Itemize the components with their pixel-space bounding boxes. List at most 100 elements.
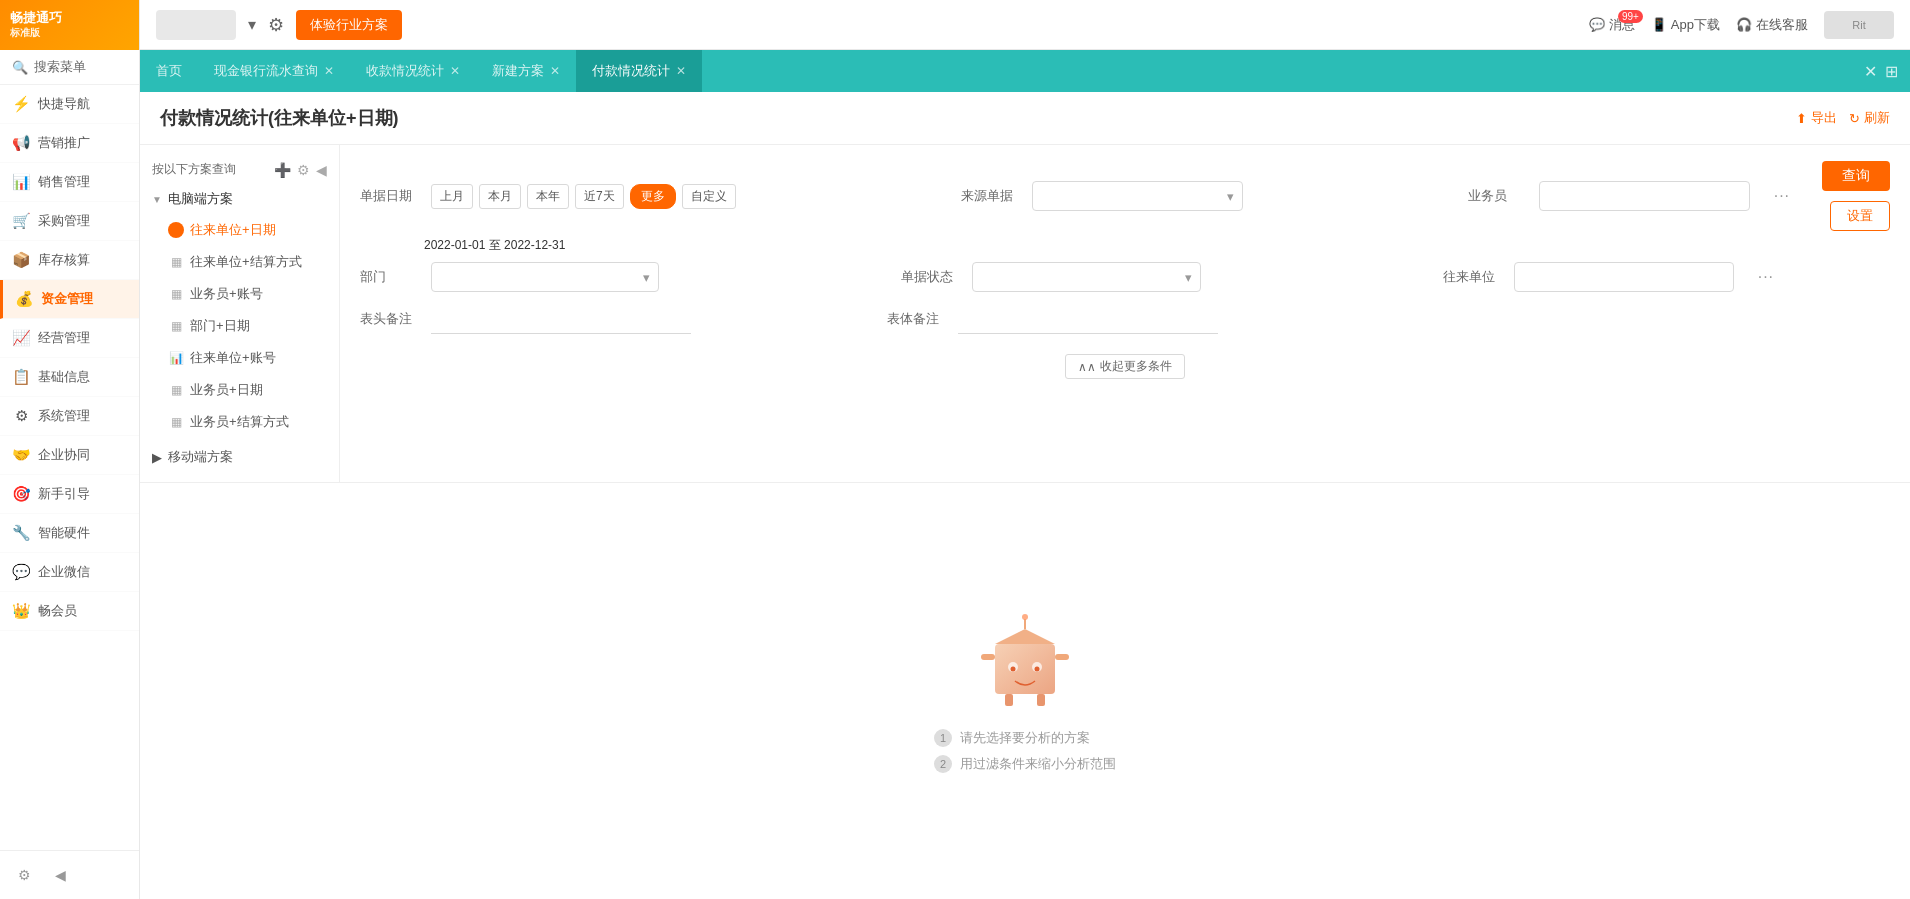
- sidebar-item-purchase[interactable]: 🛒 采购管理: [0, 202, 139, 241]
- sidebar-item-member[interactable]: 👑 畅会员: [0, 592, 139, 631]
- online-service-btn[interactable]: 🎧 在线客服: [1736, 16, 1808, 34]
- collapse-sidebar-icon[interactable]: ◀: [46, 861, 74, 889]
- tab-bank-flow[interactable]: 现金银行流水查询✕: [198, 50, 350, 92]
- sidebar-item-sales[interactable]: 📊 销售管理: [0, 163, 139, 202]
- scheme-header-title: 按以下方案查询: [152, 161, 236, 178]
- mobile-group-label: 移动端方案: [168, 448, 233, 466]
- tabbar-spacer: [702, 50, 1852, 92]
- partner-dots[interactable]: ···: [1758, 268, 1774, 286]
- date-btn-last-month[interactable]: 上月: [431, 184, 473, 209]
- sidebar-item-marketing[interactable]: 📢 营销推广: [0, 124, 139, 163]
- tab-receipt-stat[interactable]: 收款情况统计✕: [350, 50, 476, 92]
- partner-account-label: 往来单位+账号: [190, 349, 276, 367]
- sidebar-item-enterprise[interactable]: 🤝 企业协同: [0, 436, 139, 475]
- topbar-settings-icon[interactable]: ⚙: [268, 14, 284, 36]
- sidebar-item-basic-info[interactable]: 📋 基础信息: [0, 358, 139, 397]
- sidebar-item-quick-nav[interactable]: ⚡ 快捷导航: [0, 85, 139, 124]
- empty-illustration: [965, 609, 1085, 709]
- query-col: 查询 设置: [1806, 161, 1890, 231]
- salesperson-dots[interactable]: ···: [1774, 187, 1790, 205]
- export-label: 导出: [1811, 109, 1837, 127]
- export-icon: ⬆: [1796, 111, 1807, 126]
- phone-icon: 📱: [1651, 17, 1667, 32]
- scheme-item-salesman-account[interactable]: ▦ 业务员+账号: [140, 278, 339, 310]
- salesman-account-label: 业务员+账号: [190, 285, 263, 303]
- status-select[interactable]: ▾: [972, 262, 1200, 292]
- partner-select[interactable]: [1514, 262, 1734, 292]
- empty-svg: [965, 609, 1085, 709]
- scheme-item-salesman-date[interactable]: ▦ 业务员+日期: [140, 374, 339, 406]
- inventory-icon: 📦: [12, 251, 30, 269]
- tab-expand-btn[interactable]: ⊞: [1885, 62, 1898, 81]
- sidebar-item-wechat[interactable]: 💬 企业微信: [0, 553, 139, 592]
- filter-row-1: 单据日期 上月 本月 本年 近7天 更多 自定义 来源单据 ▾: [360, 161, 1890, 231]
- tab-home[interactable]: 首页: [140, 50, 198, 92]
- message-btn[interactable]: 💬 消息 99+: [1589, 16, 1635, 34]
- tab-payment-stat[interactable]: 付款情况统计✕: [576, 50, 702, 92]
- scheme-header: 按以下方案查询 ➕ ⚙ ◀: [140, 155, 339, 184]
- tab-new-scheme[interactable]: 新建方案✕: [476, 50, 576, 92]
- tab-close-all-btn[interactable]: ✕: [1864, 62, 1877, 81]
- filter-settings-btn[interactable]: 设置: [1830, 201, 1890, 231]
- tab-close-payment-stat[interactable]: ✕: [676, 65, 686, 77]
- scheme-settings-btn[interactable]: ⚙: [297, 162, 310, 178]
- page-header: 付款情况统计(往来单位+日期) ⬆ 导出 ↻ 刷新: [140, 92, 1910, 145]
- date-btn-7days[interactable]: 近7天: [575, 184, 624, 209]
- marketing-label: 营销推广: [38, 134, 90, 152]
- date-btn-more[interactable]: 更多: [630, 184, 676, 209]
- header-note-input[interactable]: [431, 304, 691, 334]
- trial-btn[interactable]: 体验行业方案: [296, 10, 402, 40]
- svg-point-11: [1022, 614, 1028, 620]
- date-btn-this-month[interactable]: 本月: [479, 184, 521, 209]
- scheme-item-partner-settle[interactable]: ▦ 往来单位+结算方式: [140, 246, 339, 278]
- topbar-actions: 💬 消息 99+ 📱 App下载 🎧 在线客服 Rit: [1589, 11, 1894, 39]
- collapse-bar: ∧∧ 收起更多条件: [360, 346, 1890, 383]
- body-note-input[interactable]: [958, 304, 1218, 334]
- svg-point-5: [1035, 667, 1040, 672]
- tab-close-receipt-stat[interactable]: ✕: [450, 65, 460, 77]
- company-dropdown-icon[interactable]: ▾: [248, 15, 256, 34]
- tip-text-1: 请先选择要分析的方案: [960, 729, 1090, 747]
- sidebar-item-hardware[interactable]: 🔧 智能硬件: [0, 514, 139, 553]
- tabbar: 首页现金银行流水查询✕收款情况统计✕新建方案✕付款情况统计✕ ✕ ⊞: [140, 50, 1910, 92]
- sidebar-item-guide[interactable]: 🎯 新手引导: [0, 475, 139, 514]
- pc-scheme-group[interactable]: ▼ 电脑端方案: [140, 184, 339, 214]
- empty-tip-1: 1 请先选择要分析的方案: [934, 729, 1116, 747]
- sidebar-bottom: ⚙ ◀: [0, 850, 139, 899]
- collapse-btn[interactable]: ∧∧ 收起更多条件: [1065, 354, 1185, 379]
- export-btn[interactable]: ⬆ 导出: [1796, 109, 1837, 127]
- partner-settle-icon: ▦: [168, 254, 184, 270]
- salesperson-select[interactable]: [1539, 181, 1750, 211]
- dept-select[interactable]: ▾: [431, 262, 659, 292]
- sidebar-item-operations[interactable]: 📈 经营管理: [0, 319, 139, 358]
- headset-icon: 🎧: [1736, 17, 1752, 32]
- scheme-item-salesman-settle[interactable]: ▦ 业务员+结算方式: [140, 406, 339, 438]
- refresh-btn[interactable]: ↻ 刷新: [1849, 109, 1890, 127]
- date-btns: 上月 本月 本年 近7天 更多 自定义: [431, 184, 736, 209]
- sidebar-item-system[interactable]: ⚙ 系统管理: [0, 397, 139, 436]
- add-scheme-btn[interactable]: ➕: [274, 162, 291, 178]
- scheme-item-partner-date[interactable]: 往来单位+日期: [140, 214, 339, 246]
- tab-close-bank-flow[interactable]: ✕: [324, 65, 334, 77]
- sidebar-item-finance[interactable]: 💰 资金管理: [0, 280, 139, 319]
- query-btn[interactable]: 查询: [1822, 161, 1890, 191]
- app-download-btn[interactable]: 📱 App下载: [1651, 16, 1720, 34]
- scheme-item-partner-account[interactable]: 📊 往来单位+账号: [140, 342, 339, 374]
- filter-panel: 单据日期 上月 本月 本年 近7天 更多 自定义 来源单据 ▾: [340, 145, 1910, 482]
- source-select[interactable]: ▾: [1032, 181, 1243, 211]
- search-menu[interactable]: 🔍 搜索菜单: [0, 50, 139, 85]
- expand-icon-mobile: ▶: [152, 450, 162, 465]
- search-label: 搜索菜单: [34, 58, 86, 76]
- sidebar-item-inventory[interactable]: 📦 库存核算: [0, 241, 139, 280]
- nav-list: ⚡ 快捷导航 📢 营销推广 📊 销售管理 🛒 采购管理 📦 库存核算 💰 资金管…: [0, 85, 139, 631]
- settings-icon[interactable]: ⚙: [10, 861, 38, 889]
- date-btn-custom[interactable]: 自定义: [682, 184, 736, 209]
- date-btn-this-year[interactable]: 本年: [527, 184, 569, 209]
- scheme-item-dept-date[interactable]: ▦ 部门+日期: [140, 310, 339, 342]
- scheme-collapse-btn[interactable]: ◀: [316, 162, 327, 178]
- app-label: App下载: [1671, 16, 1720, 34]
- tab-close-new-scheme[interactable]: ✕: [550, 65, 560, 77]
- mobile-scheme-group[interactable]: ▶ 移动端方案: [140, 442, 339, 472]
- partner-date-icon: [168, 222, 184, 238]
- pc-group-label: 电脑端方案: [168, 190, 233, 208]
